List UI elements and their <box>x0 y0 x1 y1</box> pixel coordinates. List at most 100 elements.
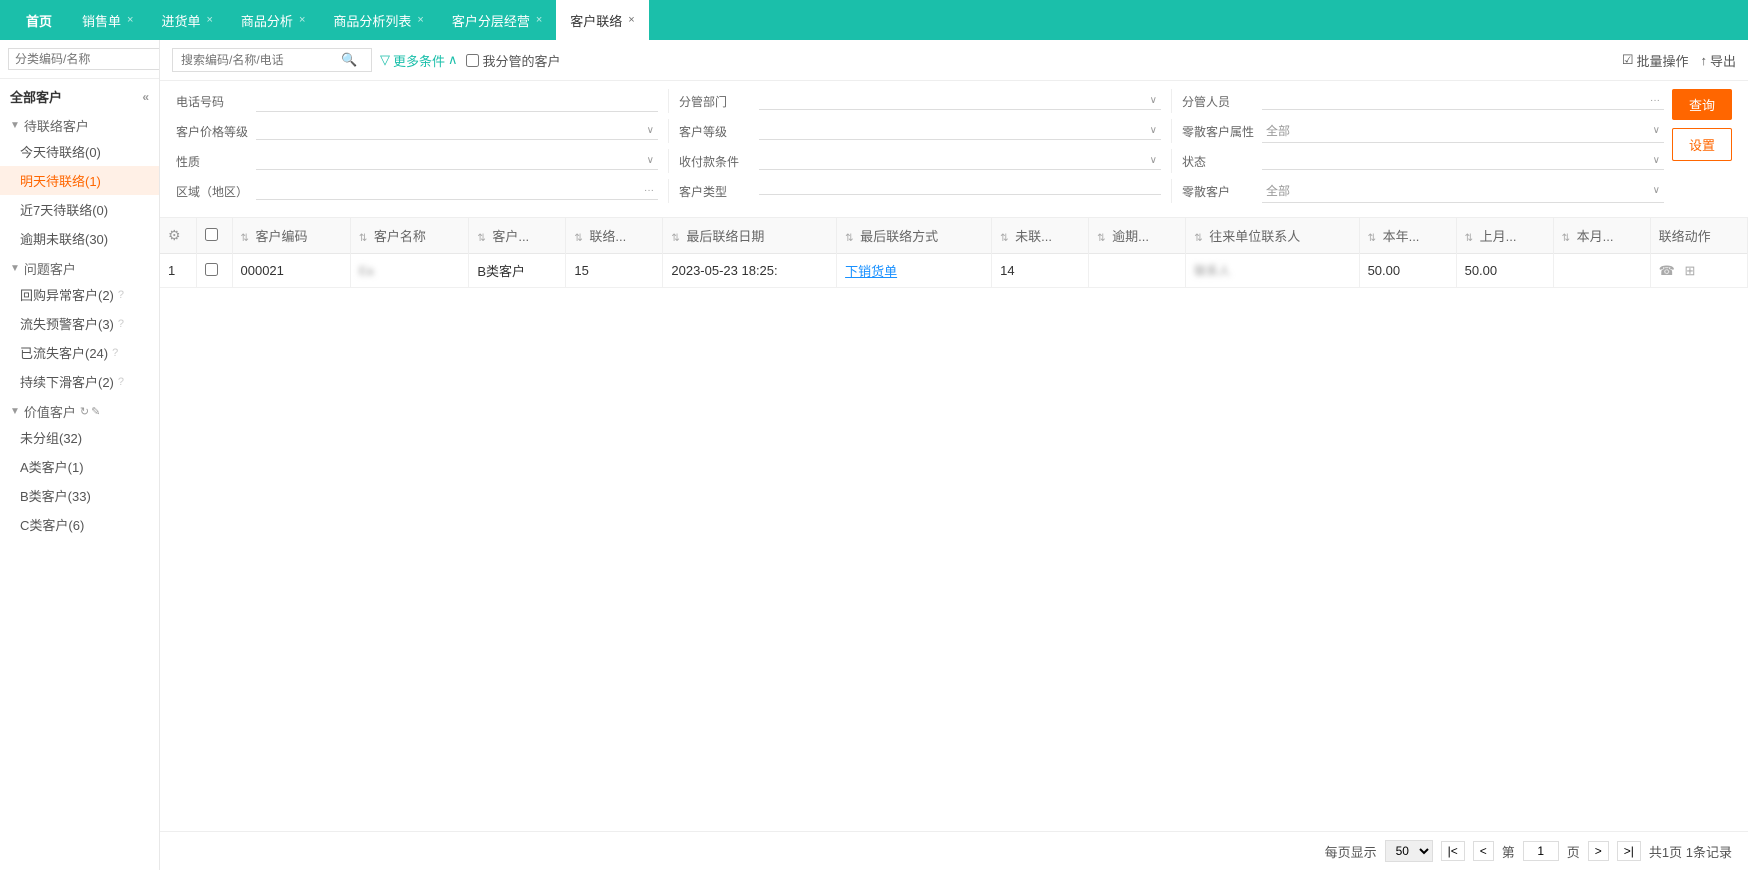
sidebar-item-7days[interactable]: 近7天待联络(0) <box>0 195 159 224</box>
sidebar-item-7days-label: 近7天待联络(0) <box>20 200 108 219</box>
filter-divider <box>668 149 669 173</box>
sidebar-group-problem[interactable]: 问题客户 <box>0 253 159 280</box>
help-icon[interactable]: ? <box>118 376 124 388</box>
help-icon[interactable]: ? <box>118 289 124 301</box>
filter-select-dept[interactable]: ∨ <box>759 92 1161 110</box>
search-icon[interactable]: 🔍 <box>341 52 357 68</box>
sidebar-item-declining[interactable]: 持续下滑客户(2) ? <box>0 367 159 396</box>
close-icon[interactable]: × <box>206 14 212 26</box>
close-icon[interactable]: × <box>628 14 634 26</box>
page-size-select[interactable]: 50 <box>1385 840 1433 862</box>
nav-customer-contact-label: 客户联络 <box>570 11 622 30</box>
col-this-month: ⇅ 本月... <box>1553 218 1650 254</box>
close-icon[interactable]: × <box>127 14 133 26</box>
my-customers-checkbox[interactable] <box>466 54 479 67</box>
filter-select-manager[interactable]: ··· <box>1262 92 1664 110</box>
sort-icon: ⇅ <box>1194 233 1202 244</box>
help-icon[interactable]: ? <box>112 347 118 359</box>
filter-select-customer-type[interactable] <box>759 188 1161 195</box>
filter-row-3: 性质 ∨ 收付款条件 ∨ <box>176 149 1664 173</box>
last-contact-method-link[interactable]: 下销货单 <box>845 264 897 279</box>
sidebar-item-lost[interactable]: 已流失客户(24) ? <box>0 338 159 367</box>
sidebar-item-overdue[interactable]: 逾期未联络(30) <box>0 224 159 253</box>
refresh-icon[interactable]: ↻ <box>80 405 89 418</box>
page-input[interactable] <box>1523 841 1559 861</box>
sidebar-item-class-c-label: C类客户(6) <box>20 515 84 534</box>
filter-divider <box>1171 149 1172 173</box>
nav-item-customer-contact[interactable]: 客户联络 × <box>556 0 648 40</box>
cell-index: 1 <box>160 254 196 288</box>
close-icon[interactable]: × <box>417 14 423 26</box>
filter-input-phone[interactable] <box>256 91 658 112</box>
sidebar-item-class-b-label: B类客户(33) <box>20 486 91 505</box>
sidebar-item-today[interactable]: 今天待联络(0) <box>0 137 159 166</box>
col-last-contact-method: ⇅ 最后联络方式 <box>837 218 992 254</box>
close-icon[interactable]: × <box>299 14 305 26</box>
sidebar-group-pending-label: 待联络客户 <box>24 116 89 135</box>
edit-icon[interactable]: ✎ <box>91 405 100 418</box>
filter-select-payment[interactable]: ∨ <box>759 152 1161 170</box>
sidebar-item-today-label: 今天待联络(0) <box>20 142 101 161</box>
filter-cell-retail-attr: 零散客户属性 全部 ∨ <box>1182 119 1664 143</box>
col-customer-type-label: 客户... <box>492 229 529 244</box>
filter-select-price-level[interactable]: ∨ <box>256 122 658 140</box>
chevron-down-icon: ∨ <box>647 125 654 136</box>
sidebar-item-tomorrow[interactable]: 明天待联络(1) <box>0 166 159 195</box>
nav-item-purchase[interactable]: 进货单 × <box>147 0 226 40</box>
collapse-icon[interactable]: « <box>142 90 149 104</box>
query-button[interactable]: 查询 <box>1672 89 1732 120</box>
sidebar-item-at-risk[interactable]: 流失预警客户(3) ? <box>0 309 159 338</box>
filter-row-1: 电话号码 分管部门 ∨ 分管人员 <box>176 89 1664 113</box>
nav-item-product-analysis[interactable]: 商品分析 × <box>227 0 319 40</box>
first-page-button[interactable]: |< <box>1441 841 1465 861</box>
filter-select-retail-attr[interactable]: 全部 ∨ <box>1262 119 1664 143</box>
sidebar-all-customers[interactable]: 全部客户 « <box>0 79 159 110</box>
close-icon[interactable]: × <box>536 14 542 26</box>
filter-select-retail[interactable]: 全部 ∨ <box>1262 179 1664 203</box>
set-button[interactable]: 设置 <box>1672 128 1732 161</box>
nav-item-customer-segment[interactable]: 客户分层经营 × <box>438 0 556 40</box>
search-input[interactable] <box>181 53 341 67</box>
action-icon-1[interactable]: ☎ <box>1659 263 1675 278</box>
batch-button[interactable]: ☑ 批量操作 <box>1622 51 1689 70</box>
prev-page-button[interactable]: < <box>1473 841 1494 861</box>
filter-icon: ▽ <box>380 52 390 68</box>
settings-icon[interactable]: ⚙ <box>168 227 181 243</box>
col-not-contacted: ⇅ 未联... <box>992 218 1089 254</box>
sidebar-search-input[interactable] <box>8 48 160 70</box>
last-page-button[interactable]: >| <box>1617 841 1641 861</box>
col-last-contact-method-label: 最后联络方式 <box>860 229 938 244</box>
sort-icon: ⇅ <box>241 233 249 244</box>
sidebar-item-class-c[interactable]: C类客户(6) <box>0 510 159 539</box>
filter-select-retail-attr-value: 全部 <box>1266 122 1290 139</box>
nav-item-sales[interactable]: 销售单 × <box>68 0 147 40</box>
toolbar-right: ☑ 批量操作 ↑ 导出 <box>1622 51 1736 70</box>
action-icon-2[interactable]: ⊞ <box>1684 263 1695 278</box>
filter-label-customer-type: 客户类型 <box>679 183 759 200</box>
col-last-contact-date: ⇅ 最后联络日期 <box>663 218 837 254</box>
nav-item-product-list[interactable]: 商品分析列表 × <box>319 0 437 40</box>
content-area: 🔍 ▽ 更多条件 ∧ 我分管的客户 ☑ 批量操作 ↑ 导出 <box>160 40 1748 870</box>
sidebar-item-class-b[interactable]: B类客户(33) <box>0 481 159 510</box>
filter-label: 更多条件 <box>393 51 445 70</box>
help-icon[interactable]: ? <box>118 318 124 330</box>
next-page-button[interactable]: > <box>1588 841 1609 861</box>
filter-select-status[interactable]: ∨ <box>1262 152 1664 170</box>
filter-select-nature[interactable]: ∨ <box>256 152 658 170</box>
export-button[interactable]: ↑ 导出 <box>1700 51 1736 70</box>
filter-button[interactable]: ▽ 更多条件 ∧ <box>380 51 458 70</box>
sidebar-item-ungrouped[interactable]: 未分组(32) <box>0 423 159 452</box>
col-last-month-label: 上月... <box>1480 229 1517 244</box>
filter-select-level[interactable]: ∨ <box>759 122 1161 140</box>
main-layout: 🔍 全部客户 « 待联络客户 今天待联络(0) 明天待联络(1) 近7天待联络(… <box>0 40 1748 870</box>
row-checkbox[interactable] <box>205 263 218 276</box>
filter-select-region[interactable]: ··· <box>256 182 658 200</box>
sidebar-all-customers-label: 全部客户 <box>10 87 62 106</box>
nav-home[interactable]: 首页 <box>10 0 68 40</box>
export-label: 导出 <box>1710 51 1736 70</box>
sidebar-item-class-a[interactable]: A类客户(1) <box>0 452 159 481</box>
sidebar-item-abnormal[interactable]: 回购异常客户(2) ? <box>0 280 159 309</box>
select-all-checkbox[interactable] <box>205 228 218 241</box>
sidebar-group-value[interactable]: 价值客户 ↻ ✎ <box>0 396 159 423</box>
sidebar-group-pending[interactable]: 待联络客户 <box>0 110 159 137</box>
